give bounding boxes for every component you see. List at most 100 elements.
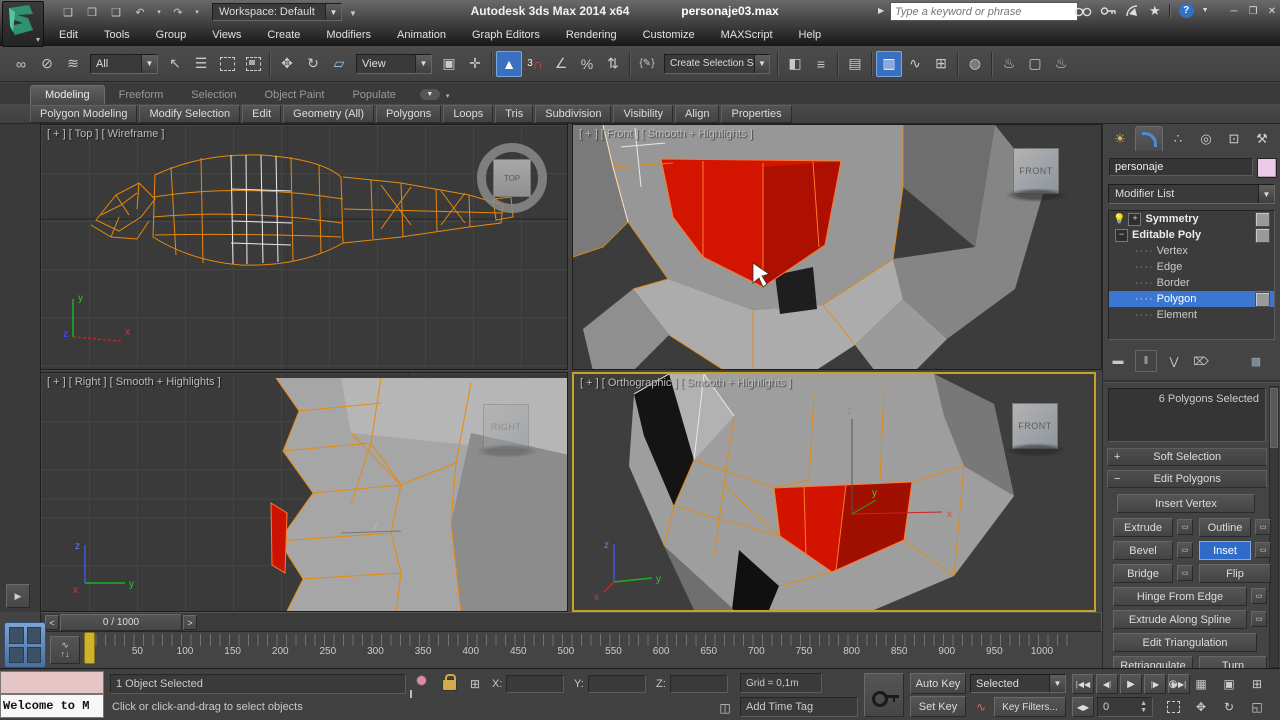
viewport-orthographic-label[interactable]: [ + ] [ Orthographic ] [ Smooth + Highli…: [580, 377, 792, 389]
ribbon-tab-freeform[interactable]: Freeform: [105, 86, 178, 104]
minimize-button[interactable]: ─: [1226, 4, 1242, 18]
key-filters-button[interactable]: Key Filters...: [994, 697, 1066, 717]
layer-manager-icon[interactable]: ▤: [842, 50, 868, 78]
ribbon-panel-button[interactable]: Polygons: [376, 104, 442, 123]
time-slider-frame-marker[interactable]: [84, 632, 95, 664]
scene-explorer-toggle-icon[interactable]: ▥: [876, 50, 902, 77]
ribbon-panel-button[interactable]: Align: [675, 104, 720, 123]
go-to-start-button[interactable]: |◀◀: [1072, 674, 1094, 694]
time-slider-track[interactable]: < 0 / 1000 >: [40, 612, 1102, 632]
align-icon[interactable]: ≡: [808, 50, 834, 78]
modifier-list-dropdown[interactable]: Modifier List ▼: [1108, 184, 1275, 204]
favorites-star-icon[interactable]: ★: [1149, 3, 1161, 18]
track-bar[interactable]: 0501001502002503003504004505005506006507…: [40, 632, 1102, 668]
menu-item[interactable]: Rendering: [553, 24, 630, 46]
bevel-button[interactable]: Bevel: [1113, 541, 1173, 560]
lightbulb-icon[interactable]: 💡: [1113, 214, 1125, 225]
render-production-icon[interactable]: ♨: [1048, 50, 1074, 78]
utilities-tab[interactable]: ⚒: [1249, 127, 1275, 151]
mini-curve-editor-button[interactable]: ∿ ↑↓: [50, 636, 80, 664]
menu-item[interactable]: Tools: [91, 24, 143, 46]
modify-tab[interactable]: [1135, 126, 1163, 151]
sign-in-key-icon[interactable]: [1100, 4, 1117, 18]
select-and-manipulate-icon[interactable]: ✛: [462, 50, 488, 78]
stack-subitem-vertex[interactable]: ···· Vertex: [1109, 243, 1274, 259]
viewport-top-label[interactable]: [ + ] [ Top ] [ Wireframe ]: [47, 128, 164, 140]
polygon-box[interactable]: [1255, 291, 1270, 307]
select-and-scale-icon[interactable]: ▱: [326, 50, 352, 78]
window-crossing-icon[interactable]: [240, 50, 266, 78]
menu-item[interactable]: Group: [143, 24, 200, 46]
viewport-right[interactable]: y [ + ] [ Right ] [ Smooth + Highlights …: [40, 372, 568, 612]
frame-spinner[interactable]: ▲ ▼: [1140, 700, 1147, 714]
zoom-region-icon[interactable]: [1160, 697, 1186, 717]
select-object-icon[interactable]: ↖: [162, 50, 188, 78]
ribbon-panel-button[interactable]: Tris: [495, 104, 534, 123]
hinge-settings-button[interactable]: ▭: [1251, 588, 1267, 604]
orbit-icon[interactable]: ↻: [1216, 697, 1242, 717]
save-file-icon[interactable]: ❑: [106, 2, 126, 22]
ribbon-panel-button[interactable]: Modify Selection: [139, 104, 241, 123]
extrude-settings-button[interactable]: ▭: [1177, 519, 1193, 535]
viewcube-top[interactable]: TOP: [477, 143, 547, 213]
hinge-from-edge-button[interactable]: Hinge From Edge: [1113, 587, 1247, 606]
viewport-right-label[interactable]: [ + ] [ Right ] [ Smooth + Highlights ]: [47, 376, 221, 388]
set-key-button[interactable]: Set Key: [910, 696, 966, 717]
ribbon-tab-selection[interactable]: Selection: [177, 86, 250, 104]
menu-item[interactable]: Animation: [384, 24, 459, 46]
edit-polygons-rollout[interactable]: − Edit Polygons: [1107, 470, 1267, 488]
close-button[interactable]: ✕: [1264, 4, 1280, 18]
selection-set-keys-dropdown[interactable]: Selected ▼: [970, 674, 1066, 693]
viewport-front[interactable]: [ + ] [ Front ] [ Smooth + Highlights ] …: [572, 124, 1102, 370]
ribbon-tab-modeling[interactable]: Modeling: [30, 85, 105, 104]
inset-button[interactable]: Inset: [1199, 541, 1251, 560]
workspace-dropdown[interactable]: Workspace: Default ▼: [212, 3, 342, 21]
hierarchy-tab[interactable]: ∴: [1165, 127, 1191, 151]
pin-stack-icon[interactable]: ▬: [1108, 351, 1128, 371]
curve-editor-icon[interactable]: ∿: [902, 50, 928, 78]
ribbon-panel-button[interactable]: Loops: [443, 104, 494, 123]
expand-icon[interactable]: +: [1128, 212, 1142, 226]
open-file-icon[interactable]: ❐: [82, 2, 102, 22]
use-pivot-center-icon[interactable]: ▣: [436, 50, 462, 78]
undo-icon[interactable]: ↶: [130, 2, 150, 22]
remove-modifier-icon[interactable]: ⌦: [1191, 351, 1211, 371]
ribbon-panel-button[interactable]: Visibility: [613, 104, 674, 123]
help-dropdown-icon[interactable]: ▼: [1202, 7, 1209, 14]
ribbon-panel-button[interactable]: Subdivision: [535, 104, 612, 123]
stack-subitem-edge[interactable]: ···· Edge: [1109, 259, 1274, 275]
x-coord-field[interactable]: [506, 675, 564, 693]
create-tab[interactable]: ☀: [1107, 127, 1133, 151]
zoom-extents-all-icon[interactable]: ⊞: [1244, 674, 1270, 694]
expand-panel-button[interactable]: ▶: [6, 584, 30, 608]
previous-frame-button[interactable]: ◀|: [1096, 674, 1118, 694]
object-name-field[interactable]: personaje: [1109, 158, 1253, 176]
ribbon-panel-button[interactable]: Polygon Modeling: [30, 104, 138, 123]
rectangular-selection-region-icon[interactable]: [214, 50, 240, 78]
y-coord-field[interactable]: [588, 675, 646, 693]
mirror-icon[interactable]: ◧: [782, 50, 808, 78]
zoom-extents-icon[interactable]: ▣: [1216, 674, 1242, 694]
restore-button[interactable]: ❐: [1245, 4, 1261, 18]
angle-snap-icon[interactable]: ∠: [548, 50, 574, 78]
select-and-rotate-icon[interactable]: ↻: [300, 50, 326, 78]
viewcube-front[interactable]: FRONT: [1005, 148, 1069, 202]
stack-item-editable-poly[interactable]: − Editable Poly: [1109, 227, 1274, 243]
ribbon-minimize-button[interactable]: ▼: [419, 89, 440, 100]
ribbon-options-icon[interactable]: ▾: [446, 92, 450, 100]
communication-center-icon[interactable]: [1125, 4, 1141, 18]
key-filter-curve-icon[interactable]: ∿: [968, 697, 994, 717]
extrude-button[interactable]: Extrude: [1113, 518, 1173, 537]
extrude-along-spline-button[interactable]: Extrude Along Spline: [1113, 610, 1247, 629]
ribbon-panel-button[interactable]: Geometry (All): [283, 104, 375, 123]
time-tag-icon[interactable]: ◫: [712, 698, 738, 718]
menu-item[interactable]: Help: [786, 24, 835, 46]
help-icon[interactable]: ?: [1178, 3, 1194, 18]
bridge-settings-button[interactable]: ▭: [1177, 565, 1193, 581]
ribbon-tab-object-paint[interactable]: Object Paint: [251, 86, 339, 104]
named-selection-set-dropdown[interactable]: Create Selection Se ▼: [664, 53, 770, 74]
editable-poly-box[interactable]: [1255, 227, 1270, 243]
scrollbar-thumb[interactable]: [1270, 388, 1278, 448]
ribbon-panel-button[interactable]: Properties: [721, 104, 792, 123]
workspace-flyout-icon[interactable]: ▼: [346, 3, 360, 23]
